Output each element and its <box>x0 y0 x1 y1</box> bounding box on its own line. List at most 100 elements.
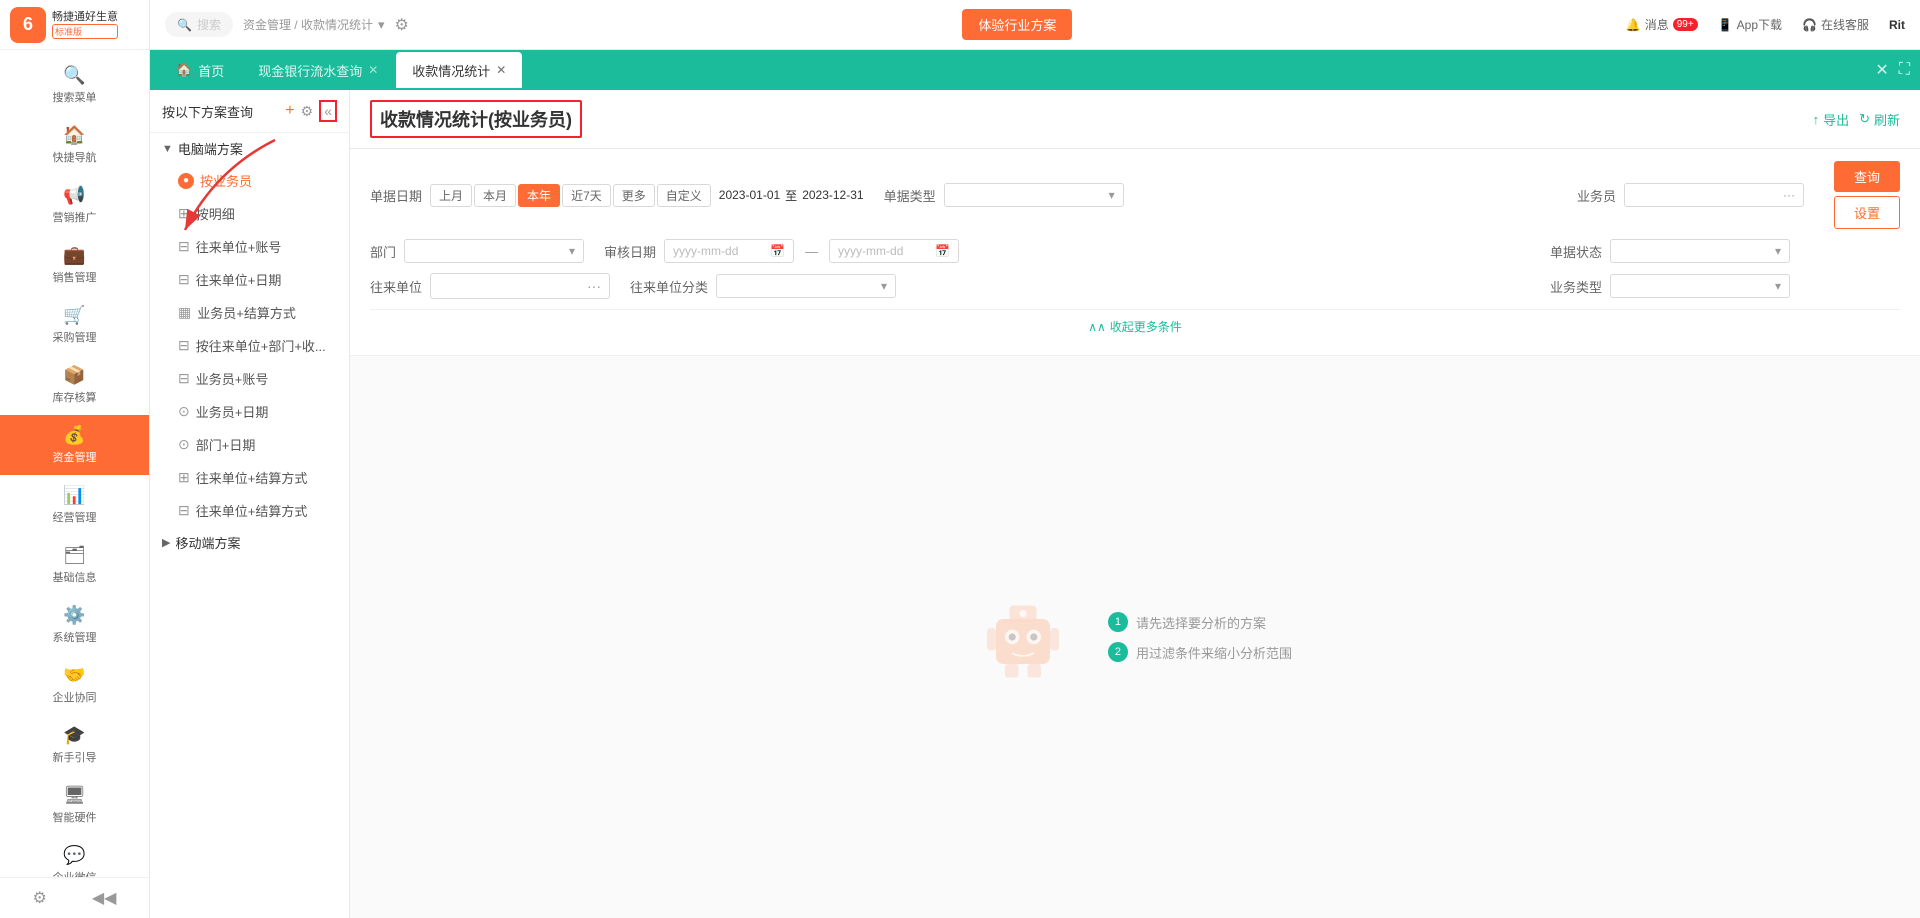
gear-icon[interactable]: ⚙ <box>395 15 409 35</box>
sidebar: 6 畅捷通好生意 标准版 🔍 搜索菜单 🏠 快捷导航 📢 营销推广 💼 销售管理… <box>0 0 150 918</box>
export-icon: ↑ <box>1813 112 1820 127</box>
chevron-down-status: ▾ <box>1775 244 1781 258</box>
query-btn[interactable]: 查询 <box>1834 161 1900 192</box>
dept-select[interactable]: ▾ <box>404 239 584 263</box>
filter-reviewdate-item: 审核日期 yyyy-mm-dd 📅 — yyyy-mm-dd 📅 <box>604 239 959 263</box>
notification-btn[interactable]: 🔔 消息 99+ <box>1626 16 1698 33</box>
right-panel: 收款情况统计(按业务员) ↑ 导出 ↻ 刷新 <box>350 90 1920 918</box>
tab-close-all-icon[interactable]: ✕ <box>1875 60 1888 80</box>
sidebar-item-base[interactable]: 🗂 基础信息 <box>0 535 149 595</box>
scheme-item-salesman-settle[interactable]: ▦ 业务员+结算方式 <box>150 296 349 329</box>
filter-row-2: 部门 ▾ 审核日期 yyyy-mm-dd 📅 — <box>370 239 1900 263</box>
empty-tips: 1 请先选择要分析的方案 2 用过滤条件来缩小分析范围 <box>1108 612 1292 662</box>
filter-salesman-item: 业务员 ··· <box>1577 183 1804 207</box>
sidebar-item-purchase[interactable]: 🛒 采购管理 <box>0 295 149 355</box>
empty-tip-1: 1 请先选择要分析的方案 <box>1108 612 1292 632</box>
partner-category-select[interactable]: ▾ <box>716 274 896 298</box>
online-service-btn[interactable]: 🎧 在线客服 <box>1802 16 1869 33</box>
sidebar-item-guide[interactable]: 🎓 新手引导 <box>0 715 149 775</box>
home-icon: 🏠 <box>176 62 192 78</box>
tab-close-receipt[interactable]: ✕ <box>496 63 506 77</box>
sidebar-item-sales[interactable]: 💼 销售管理 <box>0 235 149 295</box>
tab-receipt-stats[interactable]: 收款情况统计 ✕ <box>396 52 522 88</box>
breadcrumb-area: 资金管理 / 收款情况统计 ▾ <box>243 16 385 33</box>
review-date-to[interactable]: yyyy-mm-dd 📅 <box>829 239 959 263</box>
filter-date-item: 单据日期 上月 本月 本年 近7天 更多 自定义 2023-01-01 至 <box>370 184 864 207</box>
scheme-settings-icon[interactable]: ⚙ <box>301 103 314 120</box>
tab-home[interactable]: 🏠 首页 <box>160 52 240 88</box>
user-avatar[interactable]: Rit <box>1889 18 1905 32</box>
settings-btn[interactable]: 设置 <box>1834 196 1900 229</box>
purchase-icon: 🛒 <box>63 305 85 326</box>
sidebar-item-marketing[interactable]: 📢 营销推广 <box>0 175 149 235</box>
scheme-item-partner-settle-1[interactable]: ⊞ 往来单位+结算方式 <box>150 461 349 494</box>
filter-partner-item: 往来单位 ··· <box>370 273 610 299</box>
date-tab-custom[interactable]: 自定义 <box>657 184 711 207</box>
marketing-icon: 📢 <box>63 185 85 206</box>
scheme-section-desktop-header[interactable]: ▼ 电脑端方案 <box>150 133 349 164</box>
sidebar-item-system[interactable]: ⚙️ 系统管理 <box>0 595 149 655</box>
sidebar-item-search[interactable]: 🔍 搜索菜单 <box>0 55 149 115</box>
biztype-select[interactable]: ▾ <box>1610 274 1790 298</box>
empty-tip-2: 2 用过滤条件来缩小分析范围 <box>1108 642 1292 662</box>
chevron-down-biztype: ▾ <box>1775 279 1781 293</box>
date-tab-this-month[interactable]: 本月 <box>474 184 516 207</box>
refresh-btn[interactable]: ↻ 刷新 <box>1859 110 1900 129</box>
base-icon: 🗂 <box>63 545 86 566</box>
partner-select[interactable]: ··· <box>430 273 610 299</box>
chevron-down-dept: ▾ <box>569 244 575 258</box>
date-range-display: 2023-01-01 至 2023-12-31 <box>719 187 864 204</box>
scheme-item-salesman-date[interactable]: ⊙ 业务员+日期 <box>150 395 349 428</box>
scheme-active-dot: ● <box>178 173 194 189</box>
scheme-section-mobile: ▶ 移动端方案 <box>150 527 349 558</box>
docstatus-select[interactable]: ▾ <box>1610 239 1790 263</box>
sidebar-item-wechat[interactable]: 💬 企业微信 <box>0 835 149 877</box>
sidebar-item-hardware[interactable]: 🖥 智能硬件 <box>0 775 149 835</box>
app-download-btn[interactable]: 📱 App下载 <box>1718 16 1782 33</box>
doctype-select[interactable]: ▾ <box>944 183 1124 207</box>
date-tab-more[interactable]: 更多 <box>613 184 655 207</box>
review-date-from[interactable]: yyyy-mm-dd 📅 <box>664 239 794 263</box>
bell-icon: 🔔 <box>1626 18 1641 32</box>
date-tab-this-year[interactable]: 本年 <box>518 184 560 207</box>
salesman-select[interactable]: ··· <box>1624 183 1804 207</box>
scheme-item-partner-account[interactable]: ⊟ 往来单位+账号 <box>150 230 349 263</box>
date-tab-7days[interactable]: 近7天 <box>562 184 611 207</box>
tab-close-bank[interactable]: ✕ <box>368 63 378 77</box>
chevron-down-icon: ▾ <box>1109 188 1115 202</box>
sidebar-footer: ⚙ ◀◀ <box>0 877 149 918</box>
scheme-item-partner-dept[interactable]: ⊟ 按往来单位+部门+收... <box>150 329 349 362</box>
trial-btn[interactable]: 体验行业方案 <box>962 9 1072 40</box>
cooperation-icon: 🤝 <box>63 665 85 686</box>
sidebar-item-inventory[interactable]: 📦 库存核算 <box>0 355 149 415</box>
refresh-icon: ↻ <box>1859 111 1870 127</box>
scheme-add-icon[interactable]: + <box>285 102 294 120</box>
scheme-item-partner-settle-2[interactable]: ⊟ 往来单位+结算方式 <box>150 494 349 527</box>
scheme-item-salesman[interactable]: ● 按业务员 <box>150 164 349 197</box>
operation-icon: 📊 <box>63 485 85 506</box>
tab-bank-flow[interactable]: 现金银行流水查询 ✕ <box>242 52 394 88</box>
date-tab-last-month[interactable]: 上月 <box>430 184 472 207</box>
collapse-footer-icon[interactable]: ◀◀ <box>92 888 117 908</box>
scheme-section-mobile-header[interactable]: ▶ 移动端方案 <box>150 527 349 558</box>
scheme-item-dept-date[interactable]: ⊙ 部门+日期 <box>150 428 349 461</box>
collapse-bar[interactable]: ∧∧ 收起更多条件 <box>370 309 1900 343</box>
export-btn[interactable]: ↑ 导出 <box>1813 110 1850 129</box>
settings-footer-icon[interactable]: ⚙ <box>33 888 47 908</box>
scheme-collapse-icon[interactable]: « <box>319 100 337 122</box>
scheme-item-detail[interactable]: ⊞ 按明细 <box>150 197 349 230</box>
scheme-item-salesman-account[interactable]: ⊟ 业务员+账号 <box>150 362 349 395</box>
more-icon: ··· <box>1783 188 1795 202</box>
tabbar: 🏠 首页 现金银行流水查询 ✕ 收款情况统计 ✕ ✕ ⛶ <box>150 50 1920 90</box>
table-icon-4: ⊟ <box>178 370 190 387</box>
filter-doctype-item: 单据类型 ▾ <box>884 183 1124 207</box>
more-icon-partner: ··· <box>587 278 601 294</box>
sidebar-item-cooperation[interactable]: 🤝 企业协同 <box>0 655 149 715</box>
sidebar-item-quicknav[interactable]: 🏠 快捷导航 <box>0 115 149 175</box>
sidebar-item-operation[interactable]: 📊 经营管理 <box>0 475 149 535</box>
tab-maximize-icon[interactable]: ⛶ <box>1899 61 1910 79</box>
scheme-item-partner-date[interactable]: ⊟ 往来单位+日期 <box>150 263 349 296</box>
top-search[interactable]: 🔍 搜索 <box>165 12 233 37</box>
sidebar-item-finance[interactable]: 💰 资金管理 <box>0 415 149 475</box>
top-search-icon: 🔍 <box>177 18 192 32</box>
